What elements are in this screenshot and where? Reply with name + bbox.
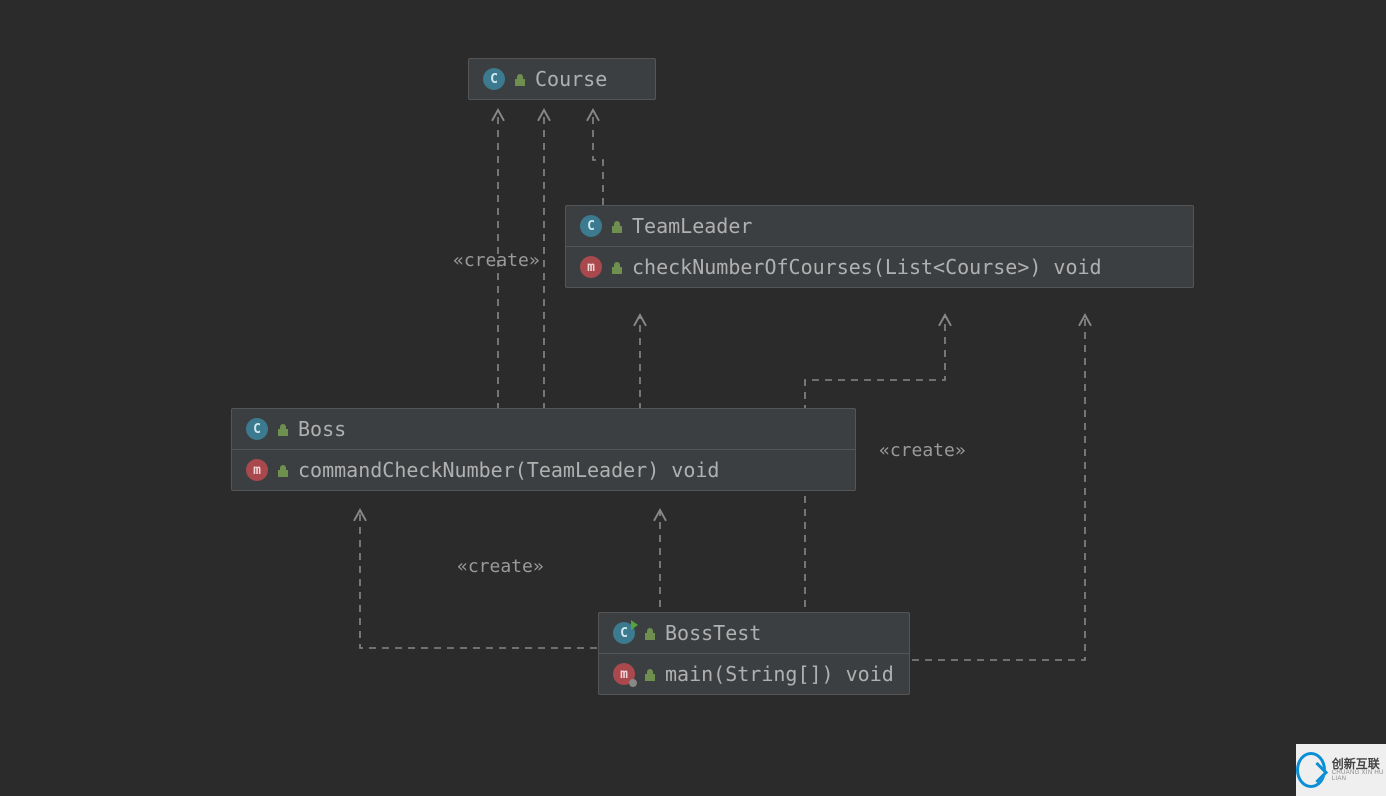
- lock-icon: [643, 667, 657, 681]
- method-signature: main(String[]) void: [665, 662, 894, 686]
- lock-icon: [643, 626, 657, 640]
- class-header: C TeamLeader: [566, 206, 1193, 247]
- class-box-bosstest[interactable]: C BossTest m main(String[]) void: [598, 612, 910, 695]
- class-header: C Boss: [232, 409, 855, 450]
- class-name: BossTest: [665, 621, 761, 645]
- method-row: m commandCheckNumber(TeamLeader) void: [232, 450, 855, 490]
- method-icon: m: [246, 459, 268, 481]
- watermark-title: 创新互联: [1332, 758, 1386, 770]
- runnable-class-icon: C: [613, 622, 635, 644]
- class-header: C Course: [469, 59, 655, 99]
- watermark: 创新互联 CHUANG XIN HU LIAN: [1296, 744, 1386, 796]
- watermark-text-wrap: 创新互联 CHUANG XIN HU LIAN: [1332, 758, 1386, 782]
- edge-bosstest-teamleader-create: [912, 315, 1085, 660]
- edge-label-create-1: «create»: [453, 250, 540, 271]
- class-box-boss[interactable]: C Boss m commandCheckNumber(TeamLeader) …: [231, 408, 856, 491]
- edge-label-create-2: «create»: [457, 556, 544, 577]
- lock-icon: [513, 72, 527, 86]
- method-icon: m: [613, 663, 635, 685]
- lock-icon: [276, 422, 290, 436]
- method-signature: checkNumberOfCourses(List<Course>) void: [632, 255, 1102, 279]
- uml-canvas: «create» «create» «create» C Course C Te…: [0, 0, 1386, 796]
- class-header: C BossTest: [599, 613, 909, 654]
- class-name: Course: [535, 67, 607, 91]
- edge-label-create-3: «create»: [879, 440, 966, 461]
- lock-icon: [610, 260, 624, 274]
- class-icon: C: [246, 418, 268, 440]
- watermark-logo-icon: [1296, 752, 1326, 788]
- edge-teamleader-course: [593, 110, 603, 205]
- class-name: TeamLeader: [632, 214, 752, 238]
- watermark-subtitle: CHUANG XIN HU LIAN: [1332, 770, 1386, 782]
- lock-icon: [610, 219, 624, 233]
- edge-bosstest-boss-create: [360, 510, 597, 648]
- class-box-teamleader[interactable]: C TeamLeader m checkNumberOfCourses(List…: [565, 205, 1194, 288]
- method-icon: m: [580, 256, 602, 278]
- method-signature: commandCheckNumber(TeamLeader) void: [298, 458, 719, 482]
- class-icon: C: [580, 215, 602, 237]
- method-row: m checkNumberOfCourses(List<Course>) voi…: [566, 247, 1193, 287]
- method-row: m main(String[]) void: [599, 654, 909, 694]
- lock-icon: [276, 463, 290, 477]
- class-name: Boss: [298, 417, 346, 441]
- class-box-course[interactable]: C Course: [468, 58, 656, 100]
- class-icon: C: [483, 68, 505, 90]
